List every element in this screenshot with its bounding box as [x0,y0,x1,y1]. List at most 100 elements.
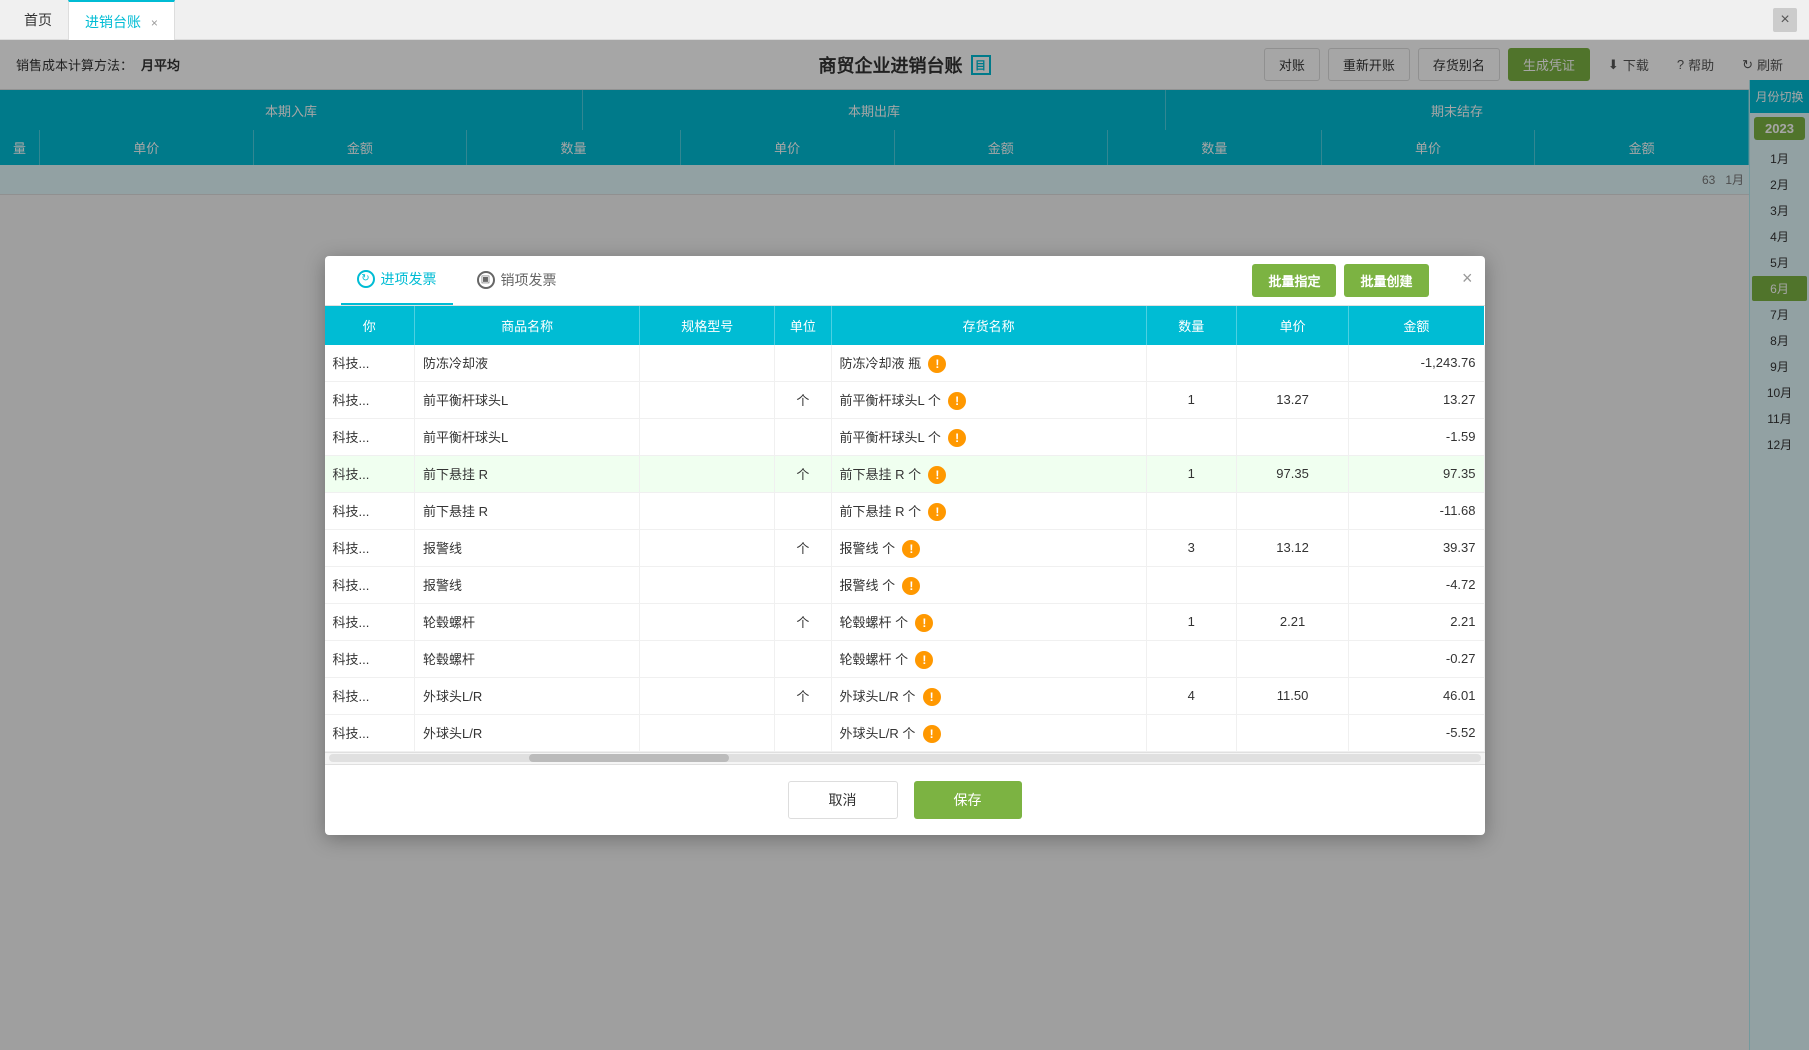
cancel-button[interactable]: 取消 [788,781,898,819]
cell-company: 科技... [325,603,415,640]
window-close-button[interactable]: × [1773,8,1797,32]
cell-inventory: 前下悬挂 R 个 ! [831,492,1146,529]
cell-quantity: 1 [1146,381,1236,418]
tab-home[interactable]: 首页 [8,0,68,40]
cell-inventory: 轮毂螺杆 个 ! [831,640,1146,677]
warning-icon: ! [948,392,966,410]
col-product-name: 商品名称 [415,306,640,345]
modal-header-actions: 批量指定 批量创建 [1252,264,1468,297]
scrollbar-track[interactable] [329,754,1481,762]
cell-inventory: 外球头L/R 个 ! [831,714,1146,751]
cell-amount: -5.52 [1349,714,1484,751]
cell-unit [775,714,831,751]
table-row[interactable]: 科技... 轮毂螺杆 个 轮毂螺杆 个 ! 1 2.21 2.21 [325,603,1485,640]
cell-quantity [1146,640,1236,677]
col-price: 单价 [1236,306,1349,345]
cell-product: 防冻冷却液 [415,345,640,382]
cell-product: 前下悬挂 R [415,492,640,529]
cell-amount: -4.72 [1349,566,1484,603]
tab-close-icon[interactable]: × [151,16,158,30]
cell-amount: -1.59 [1349,418,1484,455]
table-row[interactable]: 科技... 轮毂螺杆 轮毂螺杆 个 ! -0.27 [325,640,1485,677]
cell-product: 前平衡杆球头L [415,418,640,455]
cell-unit [775,345,831,382]
tab-xiaoxiang[interactable]: ▣ 销项发票 [461,255,573,305]
cell-company: 科技... [325,640,415,677]
cell-company: 科技... [325,566,415,603]
cell-amount: -0.27 [1349,640,1484,677]
modal-header: ↻ 进项发票 ▣ 销项发票 批量指定 批量创建 × [325,256,1485,306]
table-row[interactable]: 科技... 防冻冷却液 防冻冷却液 瓶 ! -1,243.76 [325,345,1485,382]
cell-spec [640,345,775,382]
cell-price: 11.50 [1236,677,1349,714]
cell-amount: 97.35 [1349,455,1484,492]
table-row[interactable]: 科技... 前下悬挂 R 前下悬挂 R 个 ! -11.68 [325,492,1485,529]
batch-create-button[interactable]: 批量创建 [1344,264,1428,297]
cell-amount: 39.37 [1349,529,1484,566]
cell-price [1236,492,1349,529]
cell-unit: 个 [775,455,831,492]
warning-icon: ! [915,614,933,632]
table-row[interactable]: 科技... 前平衡杆球头L 前平衡杆球头L 个 ! -1.59 [325,418,1485,455]
col-qty: 数量 [1146,306,1236,345]
table-row[interactable]: 科技... 外球头L/R 外球头L/R 个 ! -5.52 [325,714,1485,751]
col-spec: 规格型号 [640,306,775,345]
cell-inventory: 前平衡杆球头L 个 ! [831,381,1146,418]
main-content: 销售成本计算方法： 月平均 商贸企业进销台账 目 对账 重新开账 存货别名 生成… [0,40,1809,1050]
tab-bar: 首页 进销台账 × × [0,0,1809,40]
cell-unit [775,492,831,529]
cell-unit [775,418,831,455]
cell-amount: 46.01 [1349,677,1484,714]
cell-spec [640,381,775,418]
save-button[interactable]: 保存 [914,781,1022,819]
batch-assign-button[interactable]: 批量指定 [1252,264,1336,297]
cell-unit: 个 [775,677,831,714]
warning-icon: ! [928,503,946,521]
table-row[interactable]: 科技... 外球头L/R 个 外球头L/R 个 ! 4 11.50 46.01 [325,677,1485,714]
cell-spec [640,640,775,677]
cell-product: 轮毂螺杆 [415,640,640,677]
tab-ledger[interactable]: 进销台账 × [68,0,175,40]
cell-quantity [1146,418,1236,455]
col-unit: 单位 [775,306,831,345]
cell-spec [640,603,775,640]
cell-company: 科技... [325,714,415,751]
cell-spec [640,418,775,455]
cell-price: 2.21 [1236,603,1349,640]
tab-jinxiang[interactable]: ↻ 进项发票 [341,255,453,305]
cell-quantity: 1 [1146,603,1236,640]
modal-scrollbar[interactable] [325,752,1485,764]
cell-inventory: 报警线 个 ! [831,566,1146,603]
col-inventory: 存货名称 [831,306,1146,345]
col-company: 你 [325,306,415,345]
cell-company: 科技... [325,529,415,566]
table-row[interactable]: 科技... 报警线 报警线 个 ! -4.72 [325,566,1485,603]
cell-price [1236,714,1349,751]
cell-amount: 13.27 [1349,381,1484,418]
cell-price: 13.27 [1236,381,1349,418]
cell-quantity [1146,345,1236,382]
cell-inventory: 外球头L/R 个 ! [831,677,1146,714]
cell-company: 科技... [325,345,415,382]
cell-spec [640,714,775,751]
col-amount: 金额 [1349,306,1484,345]
modal-close-button[interactable]: × [1462,268,1473,289]
cell-unit: 个 [775,603,831,640]
cell-spec [640,677,775,714]
xiaoxiang-tab-icon: ▣ [477,271,495,289]
table-row[interactable]: 科技... 前下悬挂 R 个 前下悬挂 R 个 ! 1 97.35 97.35 [325,455,1485,492]
cell-spec [640,455,775,492]
cell-quantity [1146,492,1236,529]
cell-quantity [1146,566,1236,603]
table-row[interactable]: 科技... 前平衡杆球头L 个 前平衡杆球头L 个 ! 1 13.27 13.2… [325,381,1485,418]
warning-icon: ! [915,651,933,669]
table-row[interactable]: 科技... 报警线 个 报警线 个 ! 3 13.12 39.37 [325,529,1485,566]
cell-unit [775,640,831,677]
cell-inventory: 报警线 个 ! [831,529,1146,566]
cell-quantity: 4 [1146,677,1236,714]
cell-price [1236,566,1349,603]
cell-unit: 个 [775,381,831,418]
warning-icon: ! [923,725,941,743]
scrollbar-thumb[interactable] [529,754,729,762]
cell-spec [640,566,775,603]
